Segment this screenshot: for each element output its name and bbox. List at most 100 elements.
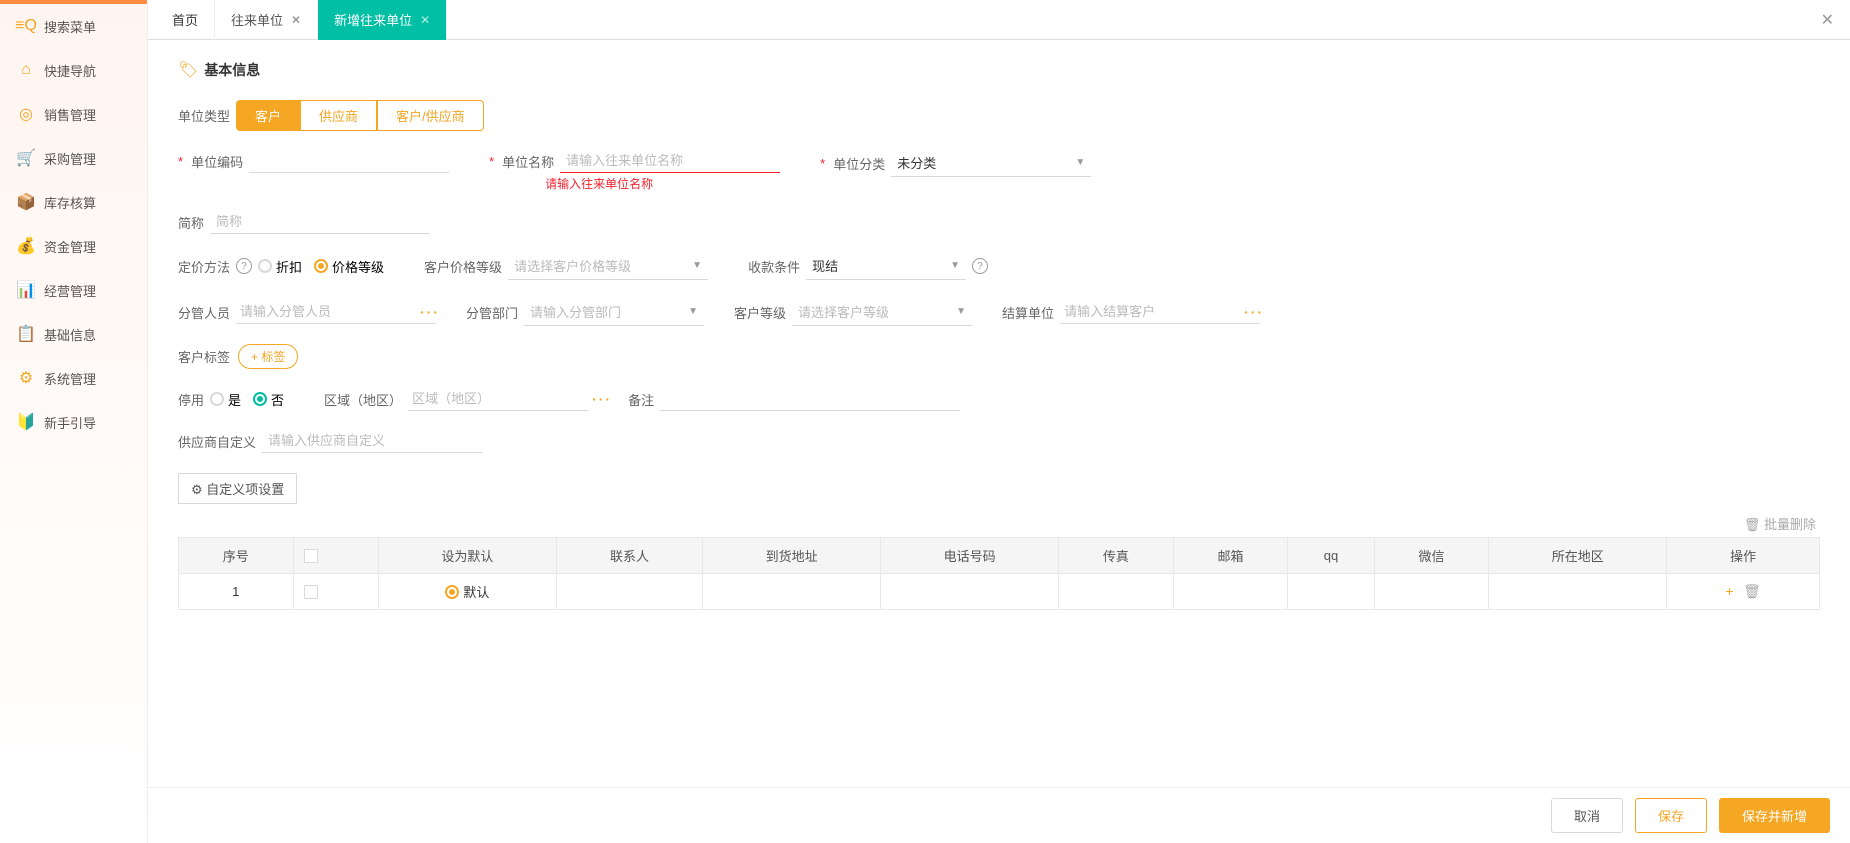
row-wechat[interactable] xyxy=(1374,574,1489,610)
cat-chevron: ▼ xyxy=(1075,157,1085,168)
col-contact: 联系人 xyxy=(556,538,702,574)
sidebar-item-label: 经营管理 xyxy=(44,281,96,300)
purchase-icon: 🛒 xyxy=(16,148,36,168)
remark-input[interactable] xyxy=(660,387,960,411)
row-checkbox[interactable] xyxy=(304,585,318,599)
col-fax: 传真 xyxy=(1059,538,1174,574)
row-del-btn[interactable]: 🗑 xyxy=(1743,583,1761,599)
row-contact[interactable] xyxy=(556,574,702,610)
unit-category-select[interactable]: 未分类 ▼ xyxy=(891,149,1091,177)
price-level-label: 客户价格等级 xyxy=(424,257,502,276)
disabled-yes[interactable]: 是 xyxy=(210,390,241,409)
add-tag-btn[interactable]: + 标签 xyxy=(238,344,298,369)
short-name-input[interactable] xyxy=(210,210,430,234)
region-more-btn[interactable]: ··· xyxy=(592,391,612,407)
sidebar-item-stock[interactable]: 📦 库存核算 xyxy=(0,180,147,224)
dept-chevron: ▼ xyxy=(688,306,698,317)
section-title: 基本信息 xyxy=(204,60,260,80)
row-email[interactable] xyxy=(1173,574,1288,610)
save-new-button[interactable]: 保存并新增 xyxy=(1719,798,1830,833)
sidebar-item-system[interactable]: ⚙ 系统管理 xyxy=(0,356,147,400)
close-all-tabs[interactable]: ✕ xyxy=(1813,10,1842,30)
default-radio-circle xyxy=(445,585,459,599)
tab-new-partner-label: 新增往来单位 xyxy=(334,10,412,29)
price-level-select[interactable]: 请选择客户价格等级 ▼ xyxy=(508,252,708,280)
sidebar-item-quick-nav[interactable]: ⌂ 快捷导航 xyxy=(0,48,147,92)
name-input[interactable] xyxy=(560,149,780,173)
sidebar: ≡Q 搜索菜单 ⌂ 快捷导航 ◎ 销售管理 🛒 采购管理 📦 库存核算 💰 资金… xyxy=(0,0,148,843)
settlement-input[interactable] xyxy=(1060,300,1244,323)
pricing-row: 定价方法 ? 折扣 价格等级 客户价格等级 请选择客户价格等级 xyxy=(178,252,1820,280)
dept-label: 分管部门 xyxy=(466,303,518,322)
level-radio xyxy=(314,259,328,273)
remark-field: 备注 xyxy=(628,387,960,411)
manager-more-btn[interactable]: ··· xyxy=(420,304,440,320)
row-seq: 1 xyxy=(179,574,294,610)
tab-home[interactable]: 首页 xyxy=(156,0,215,40)
main-container: 首页 往来单位 ✕ 新增往来单位 ✕ ✕ 🏷 基本信息 单位类型 客户 供应商 xyxy=(148,0,1850,843)
region-field: 区域（地区） ··· xyxy=(324,387,588,411)
unit-type-field: 单位类型 客户 供应商 客户/供应商 xyxy=(178,100,484,131)
settlement-more-btn[interactable]: ··· xyxy=(1244,304,1264,320)
row-region[interactable] xyxy=(1489,574,1667,610)
row-add-btn[interactable]: + xyxy=(1725,583,1733,599)
customer-level-select[interactable]: 请选择客户等级 ▼ xyxy=(792,298,972,326)
tab-new-partner[interactable]: 新增往来单位 ✕ xyxy=(318,0,447,40)
sidebar-item-operation[interactable]: 📊 经营管理 xyxy=(0,268,147,312)
region-input[interactable] xyxy=(408,387,592,410)
dept-select[interactable]: 请输入分管部门 ▼ xyxy=(524,298,704,326)
sidebar-search-label: 搜索菜单 xyxy=(44,17,96,36)
row-address[interactable] xyxy=(703,574,881,610)
sidebar-item-sales[interactable]: ◎ 销售管理 xyxy=(0,92,147,136)
row-qq[interactable] xyxy=(1288,574,1374,610)
manager-field: 分管人员 ··· xyxy=(178,300,436,324)
col-address: 到货地址 xyxy=(703,538,881,574)
short-name-label: 简称 xyxy=(178,213,204,232)
custom-settings-button[interactable]: ⚙ 自定义项设置 xyxy=(178,473,297,504)
disabled-no[interactable]: 否 xyxy=(253,390,284,409)
default-radio-label: 默认 xyxy=(463,582,489,601)
pricing-discount[interactable]: 折扣 xyxy=(258,257,302,276)
level-label: 价格等级 xyxy=(332,257,384,276)
discount-radio xyxy=(258,259,272,273)
unit-type-both[interactable]: 客户/供应商 xyxy=(377,100,484,131)
sidebar-item-purchase[interactable]: 🛒 采购管理 xyxy=(0,136,147,180)
unit-type-supplier[interactable]: 供应商 xyxy=(300,100,377,131)
pricing-help-icon[interactable]: ? xyxy=(236,258,252,274)
pricing-level[interactable]: 价格等级 xyxy=(314,257,384,276)
col-checkbox xyxy=(293,538,378,574)
sidebar-item-search[interactable]: ≡Q 搜索菜单 xyxy=(0,4,147,48)
save-button[interactable]: 保存 xyxy=(1635,798,1707,833)
supplier-custom-input[interactable] xyxy=(262,429,482,453)
unit-code-field: * 单位编码 000009 xyxy=(178,149,449,173)
batch-delete-btn[interactable]: 🗑 批量删除 xyxy=(178,514,1820,533)
row-phone[interactable] xyxy=(881,574,1059,610)
select-all-checkbox[interactable] xyxy=(304,549,318,563)
sidebar-item-finance[interactable]: 💰 资金管理 xyxy=(0,224,147,268)
code-input[interactable]: 000009 xyxy=(249,149,449,173)
code-required: * xyxy=(178,154,183,169)
dept-placeholder: 请输入分管部门 xyxy=(530,302,688,321)
section-header: 🏷 基本信息 xyxy=(178,60,1820,80)
finance-icon: 💰 xyxy=(16,236,36,256)
sidebar-item-label: 新手引导 xyxy=(44,413,96,432)
region-input-group: ··· xyxy=(408,387,588,411)
sidebar-item-basic[interactable]: 📋 基础信息 xyxy=(0,312,147,356)
payment-value: 现结 xyxy=(812,256,838,275)
cat-value: 未分类 xyxy=(897,153,936,172)
tab-partner[interactable]: 往来单位 ✕ xyxy=(215,0,318,40)
payment-select[interactable]: 现结 ▼ xyxy=(806,252,966,280)
row-default-radio[interactable]: 默认 xyxy=(389,582,546,601)
payment-help-icon[interactable]: ? xyxy=(972,258,988,274)
unit-type-customer[interactable]: 客户 xyxy=(236,100,300,131)
code-name-row: * 单位编码 000009 * 单位名称 请输入往来单位名称 * 单位分类 xyxy=(178,149,1820,192)
row-fax[interactable] xyxy=(1059,574,1174,610)
discount-label: 折扣 xyxy=(276,257,302,276)
col-email: 邮箱 xyxy=(1173,538,1288,574)
tab-partner-close[interactable]: ✕ xyxy=(291,13,301,27)
col-phone: 电话号码 xyxy=(881,538,1059,574)
cancel-button[interactable]: 取消 xyxy=(1551,798,1623,833)
sidebar-item-guide[interactable]: 🔰 新手引导 xyxy=(0,400,147,444)
tab-new-partner-close[interactable]: ✕ xyxy=(420,13,430,27)
manager-input[interactable] xyxy=(236,300,420,323)
